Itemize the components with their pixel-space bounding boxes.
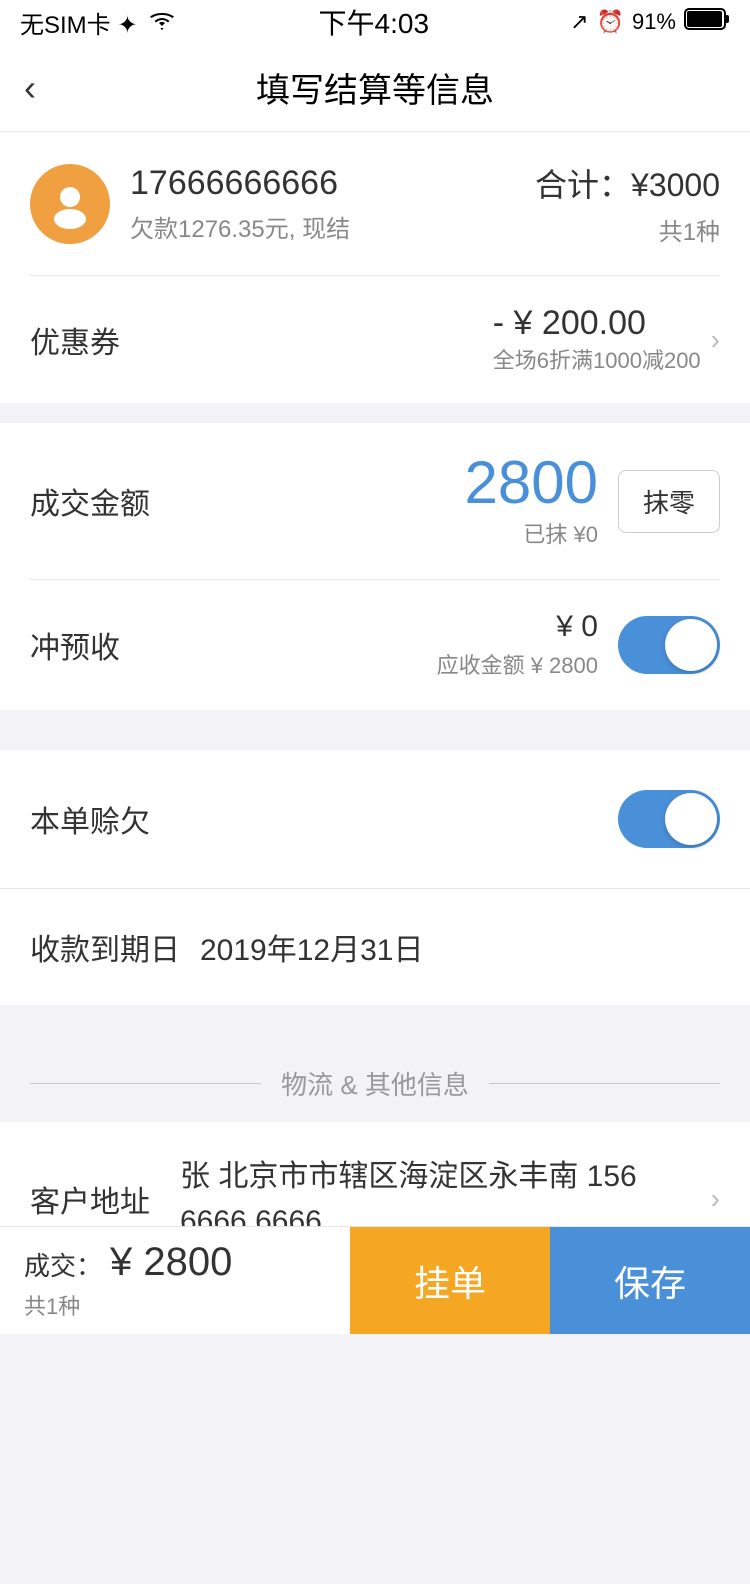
user-details: 17666666666 欠款1276.35元, 现结 bbox=[130, 164, 535, 244]
save-button[interactable]: 保存 bbox=[550, 1227, 750, 1334]
round-button[interactable]: 抹零 bbox=[618, 470, 720, 533]
coupon-right: - ¥ 200.00 全场6折满1000减200 › bbox=[493, 304, 720, 375]
coupon-row[interactable]: 优惠券 - ¥ 200.00 全场6折满1000减200 › bbox=[0, 276, 750, 403]
debt-section: 本单赊欠 收款到期日 2019年12月31日 bbox=[0, 750, 750, 1005]
status-right: ↗ ⏰ 91% bbox=[570, 8, 730, 36]
toggle-knob bbox=[665, 619, 717, 671]
logistics-line-left bbox=[30, 1083, 261, 1084]
user-avatar-icon bbox=[45, 179, 95, 229]
bottom-deal: 成交： ¥ 2800 bbox=[24, 1240, 326, 1285]
bottom-bar: 成交： ¥ 2800 共1种 挂单 保存 bbox=[0, 1226, 750, 1334]
wifi-icon bbox=[147, 8, 177, 37]
location-icon: ↗ bbox=[570, 9, 588, 35]
hang-button[interactable]: 挂单 bbox=[350, 1227, 550, 1334]
coupon-label: 优惠券 bbox=[30, 318, 120, 362]
coupon-desc: 全场6折满1000减200 bbox=[493, 343, 701, 375]
address-label: 客户地址 bbox=[30, 1177, 150, 1221]
prepay-right: ¥ 0 应收金额 ¥ 2800 bbox=[437, 610, 720, 680]
page-title: 填写结算等信息 bbox=[256, 63, 494, 112]
status-time: 下午4:03 bbox=[319, 2, 430, 42]
prepay-toggle[interactable] bbox=[618, 616, 720, 674]
user-info-row: 17666666666 欠款1276.35元, 现结 合计：¥3000 共1种 bbox=[0, 132, 750, 275]
debt-toggle-knob bbox=[665, 793, 717, 845]
prepay-amount: ¥ 0 bbox=[437, 610, 598, 644]
debt-toggle[interactable] bbox=[618, 790, 720, 848]
nav-bar: ‹ 填写结算等信息 bbox=[0, 44, 750, 132]
total-count: 共1种 bbox=[535, 212, 720, 247]
status-bar: 无SIM卡 ✦ 下午4:03 ↗ ⏰ 91% bbox=[0, 0, 750, 44]
prepay-receivable: 应收金额 ¥ 2800 bbox=[437, 648, 598, 680]
prepay-label: 冲预收 bbox=[30, 623, 120, 667]
amount-right: 2800 已抹 ¥0 抹零 bbox=[465, 453, 721, 549]
logistics-header: 物流 & 其他信息 bbox=[0, 1045, 750, 1122]
amount-label: 成交金额 bbox=[30, 479, 150, 523]
logistics-label: 物流 & 其他信息 bbox=[281, 1065, 469, 1102]
user-total: 合计：¥3000 共1种 bbox=[535, 160, 720, 247]
avatar bbox=[30, 164, 110, 244]
coupon-amount: - ¥ 200.00 bbox=[493, 304, 701, 343]
total-amount: 合计：¥3000 bbox=[535, 160, 720, 206]
date-label: 收款到期日 bbox=[30, 925, 180, 969]
alarm-icon: ⏰ bbox=[597, 9, 624, 35]
bottom-summary: 成交： ¥ 2800 共1种 bbox=[0, 1227, 350, 1334]
back-button[interactable]: ‹ bbox=[24, 67, 36, 109]
user-phone: 17666666666 bbox=[130, 164, 535, 203]
address-chevron-icon: › bbox=[711, 1183, 720, 1215]
bottom-count: 共1种 bbox=[24, 1289, 326, 1321]
prepay-values: ¥ 0 应收金额 ¥ 2800 bbox=[437, 610, 598, 680]
logistics-line-right bbox=[489, 1083, 720, 1084]
status-left: 无SIM卡 ✦ bbox=[20, 5, 177, 40]
gray-separator-2 bbox=[0, 730, 750, 750]
deal-amount: ¥ 2800 bbox=[110, 1240, 232, 1285]
sim-status: 无SIM卡 ✦ bbox=[20, 5, 137, 40]
battery-icon bbox=[684, 8, 730, 36]
date-row: 收款到期日 2019年12月31日 bbox=[0, 888, 750, 1005]
user-debt: 欠款1276.35元, 现结 bbox=[130, 209, 535, 244]
gray-separator-1 bbox=[0, 403, 750, 423]
amount-row: 成交金额 2800 已抹 ¥0 抹零 bbox=[30, 423, 720, 579]
deal-label: 成交： bbox=[24, 1246, 102, 1283]
amount-section: 成交金额 2800 已抹 ¥0 抹零 冲预收 ¥ 0 应收金额 ¥ 2800 bbox=[0, 423, 750, 710]
amount-value: 2800 bbox=[465, 453, 598, 513]
amount-erased: 已抹 ¥0 bbox=[465, 517, 598, 549]
gray-separator-3 bbox=[0, 1025, 750, 1045]
prepay-row: 冲预收 ¥ 0 应收金额 ¥ 2800 bbox=[30, 579, 720, 710]
battery-level: 91% bbox=[632, 9, 676, 35]
date-value: 2019年12月31日 bbox=[200, 925, 423, 969]
debt-row: 本单赊欠 bbox=[0, 750, 750, 888]
debt-label: 本单赊欠 bbox=[30, 797, 150, 841]
chevron-right-icon: › bbox=[711, 324, 720, 356]
